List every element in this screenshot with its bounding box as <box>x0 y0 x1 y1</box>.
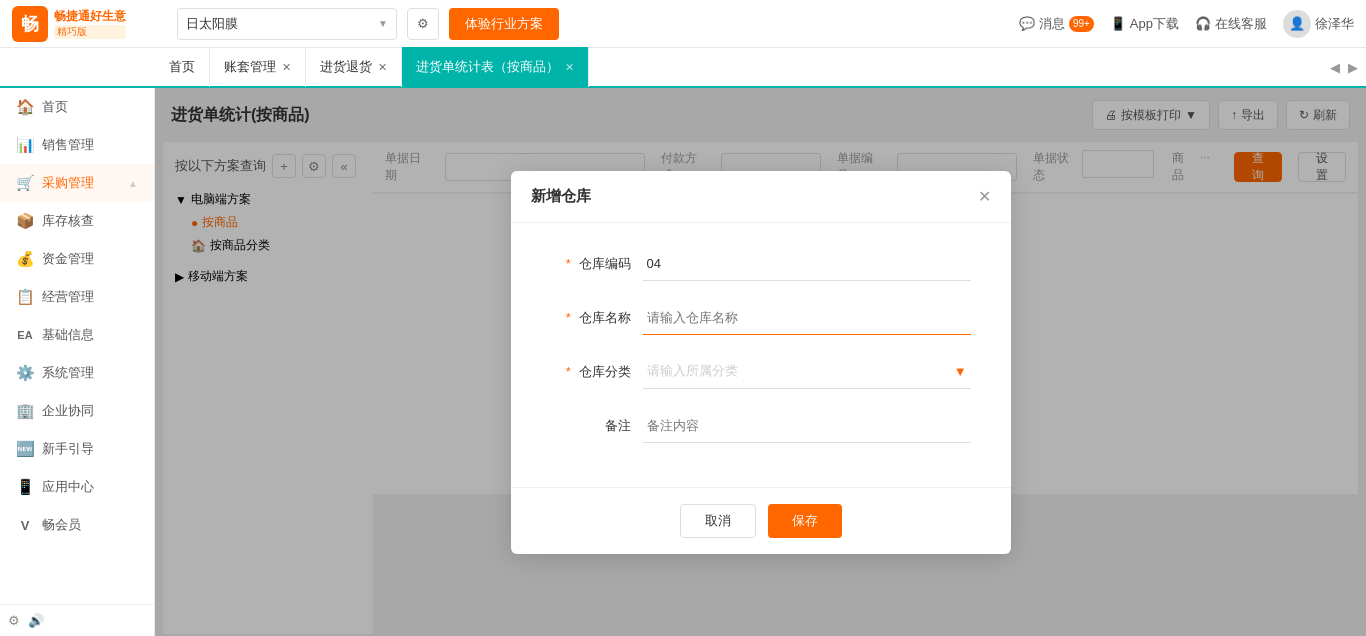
form-row-name: * 仓库名称 <box>551 301 971 335</box>
modal-title: 新增仓库 <box>531 187 591 206</box>
tab-close-return[interactable]: ✕ <box>378 61 387 74</box>
settings-button[interactable]: ⚙ <box>407 8 439 40</box>
sidebar: 🏠 首页 📊 销售管理 🛒 采购管理 ▲ 📦 库存核查 💰 资金管理 📋 经营管… <box>0 88 155 636</box>
online-service-button[interactable]: 🎧 在线客服 <box>1195 15 1267 33</box>
cancel-button[interactable]: 取消 <box>680 504 756 538</box>
modal-footer: 取消 保存 <box>511 487 1011 554</box>
avatar: 👤 <box>1283 10 1311 38</box>
logo-icon: 畅 <box>12 6 48 42</box>
tab-close-stats[interactable]: ✕ <box>565 61 574 74</box>
enterprise-icon: 🏢 <box>16 402 34 420</box>
modal-new-warehouse: 新增仓库 ✕ * 仓库编码 * <box>511 171 1011 554</box>
tab-account[interactable]: 账套管理 ✕ <box>210 47 306 87</box>
form-row-note: 备注 <box>551 409 971 443</box>
system-icon: ⚙️ <box>16 364 34 382</box>
sidebar-item-guide[interactable]: 🆕 新手引导 <box>0 430 154 468</box>
tab-purchase-stats[interactable]: 进货单统计表（按商品） ✕ <box>402 47 589 87</box>
basic-icon: EA <box>16 326 34 344</box>
main-layout: 🏠 首页 📊 销售管理 🛒 采购管理 ▲ 📦 库存核查 💰 资金管理 📋 经营管… <box>0 88 1366 636</box>
modal-close-button[interactable]: ✕ <box>978 187 991 206</box>
finance-icon: 💰 <box>16 250 34 268</box>
content-area: 进货单统计(按商品) 🖨 按模板打印 ▼ ↑ 导出 ↻ 刷新 <box>155 88 1366 636</box>
note-input[interactable] <box>643 409 971 443</box>
sidebar-sound-icon[interactable]: 🔊 <box>28 613 44 628</box>
logo-area: 畅 畅捷通好生意 精巧版 <box>12 6 167 42</box>
dropdown-arrow-icon: ▼ <box>378 18 388 29</box>
sidebar-settings-icon[interactable]: ⚙ <box>8 613 20 628</box>
sidebar-item-home[interactable]: 🏠 首页 <box>0 88 154 126</box>
sidebar-item-basic[interactable]: EA 基础信息 <box>0 316 154 354</box>
category-label: * 仓库分类 <box>551 363 631 381</box>
form-row-category: * 仓库分类 请输入所属分类 ▼ <box>551 355 971 389</box>
sidebar-item-operation[interactable]: 📋 经营管理 <box>0 278 154 316</box>
code-label: * 仓库编码 <box>551 255 631 273</box>
sidebar-toggle-icon: ▲ <box>128 178 138 189</box>
headset-icon: 🎧 <box>1195 16 1211 31</box>
sidebar-item-inventory[interactable]: 📦 库存核查 <box>0 202 154 240</box>
sidebar-item-finance[interactable]: 💰 资金管理 <box>0 240 154 278</box>
modal-body: * 仓库编码 * 仓库名称 <box>511 223 1011 487</box>
tab-home[interactable]: 首页 <box>155 47 210 87</box>
trial-button[interactable]: 体验行业方案 <box>449 8 559 40</box>
form-row-code: * 仓库编码 <box>551 247 971 281</box>
sidebar-item-system[interactable]: ⚙️ 系统管理 <box>0 354 154 392</box>
sidebar-item-vip[interactable]: V 畅会员 <box>0 506 154 544</box>
warehouse-code-input[interactable] <box>643 247 971 281</box>
home-icon: 🏠 <box>16 98 34 116</box>
mobile-icon: 📱 <box>1110 16 1126 31</box>
warehouse-category-select[interactable]: 请输入所属分类 ▼ <box>643 355 971 389</box>
vip-icon: V <box>16 516 34 534</box>
header-right: 💬 消息 99+ 📱 App下载 🎧 在线客服 👤 徐泽华 <box>1019 10 1354 38</box>
modal-header: 新增仓库 ✕ <box>511 171 1011 223</box>
inventory-icon: 📦 <box>16 212 34 230</box>
operation-icon: 📋 <box>16 288 34 306</box>
purchase-icon: 🛒 <box>16 174 34 192</box>
note-label: 备注 <box>551 417 631 435</box>
message-icon: 💬 <box>1019 16 1035 31</box>
modal-overlay[interactable]: 新增仓库 ✕ * 仓库编码 * <box>155 88 1366 636</box>
tab-prev-icon[interactable]: ◀ <box>1330 60 1340 75</box>
tab-next-icon[interactable]: ▶ <box>1348 60 1358 75</box>
top-header: 畅 畅捷通好生意 精巧版 ▼ ⚙ 体验行业方案 💬 消息 99+ 📱 App下载… <box>0 0 1366 48</box>
sidebar-item-purchase[interactable]: 🛒 采购管理 ▲ <box>0 164 154 202</box>
tab-close-account[interactable]: ✕ <box>282 61 291 74</box>
guide-icon: 🆕 <box>16 440 34 458</box>
tab-bar: 首页 账套管理 ✕ 进货退货 ✕ 进货单统计表（按商品） ✕ ◀ ▶ <box>0 48 1366 88</box>
messages-button[interactable]: 💬 消息 99+ <box>1019 15 1094 33</box>
app-download-button[interactable]: 📱 App下载 <box>1110 15 1179 33</box>
sidebar-item-sales[interactable]: 📊 销售管理 <box>0 126 154 164</box>
sidebar-item-enterprise[interactable]: 🏢 企业协同 <box>0 392 154 430</box>
user-profile-button[interactable]: 👤 徐泽华 <box>1283 10 1354 38</box>
tab-purchase-return[interactable]: 进货退货 ✕ <box>306 47 402 87</box>
sales-icon: 📊 <box>16 136 34 154</box>
save-button[interactable]: 保存 <box>768 504 842 538</box>
search-input[interactable] <box>186 16 378 31</box>
logo-text: 畅捷通好生意 精巧版 <box>54 8 126 39</box>
apps-icon: 📱 <box>16 478 34 496</box>
name-label: * 仓库名称 <box>551 309 631 327</box>
warehouse-name-input[interactable] <box>643 301 971 335</box>
sidebar-item-apps[interactable]: 📱 应用中心 <box>0 468 154 506</box>
search-bar[interactable]: ▼ <box>177 8 397 40</box>
category-dropdown-icon: ▼ <box>954 364 967 379</box>
